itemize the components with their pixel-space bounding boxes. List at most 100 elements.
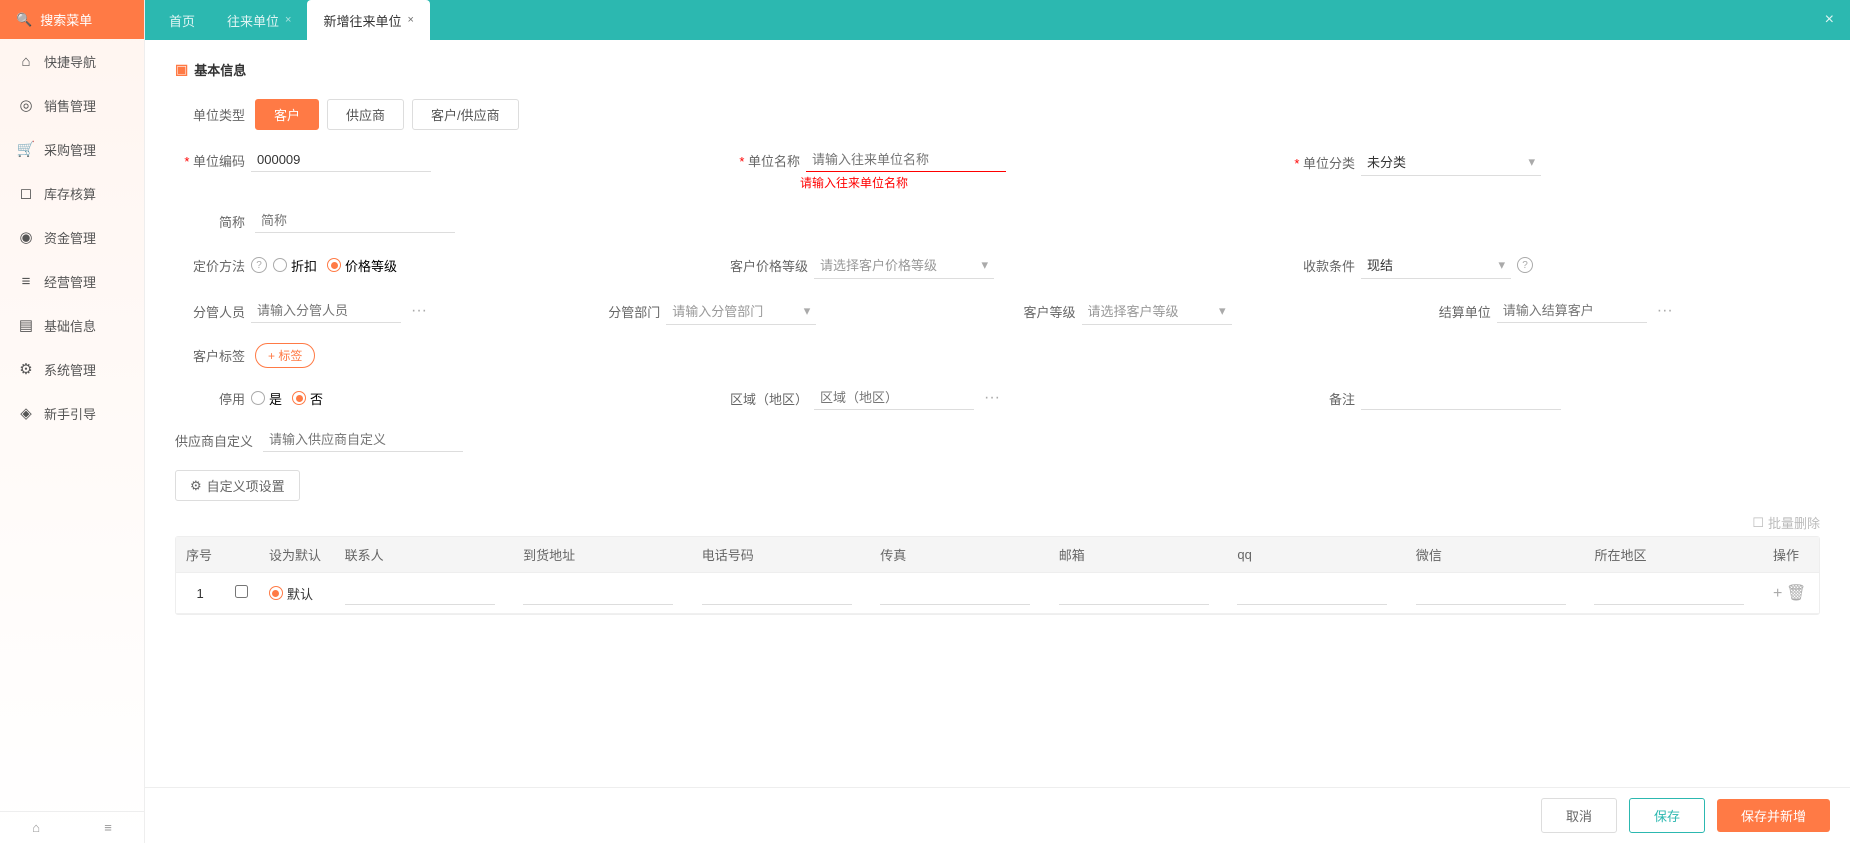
sidebar-item-finance[interactable]: ◉ 资金管理 (0, 215, 144, 259)
cell-contact[interactable] (335, 573, 514, 614)
supplier-custom-input[interactable] (263, 428, 463, 452)
remark-field: 备注 (1285, 386, 1820, 410)
delete-row-button[interactable]: 🗑 (1786, 583, 1806, 603)
tab-contacts-close[interactable]: × (285, 14, 291, 26)
settlement-unit-input[interactable] (1497, 299, 1647, 323)
sidebar-item-operation[interactable]: ≡ 经营管理 (0, 259, 144, 303)
cell-qq[interactable] (1227, 573, 1406, 614)
payment-help-icon[interactable]: ? (1517, 257, 1533, 273)
cancel-button[interactable]: 取消 (1541, 798, 1617, 833)
cell-wechat[interactable] (1406, 573, 1585, 614)
tab-home[interactable]: 首页 (153, 0, 211, 40)
table-header: 序号 设为默认 联系人 到货地址 电话号码 传真 邮箱 qq 微信 所在地区 操… (176, 537, 1819, 573)
settlement-more-icon[interactable]: ··· (1657, 302, 1673, 320)
add-row-button[interactable]: + (1773, 585, 1782, 603)
manager-input[interactable] (251, 299, 401, 323)
sidebar-item-label: 新手引导 (44, 404, 96, 423)
unit-btn-supplier[interactable]: 供应商 (327, 99, 404, 130)
unit-btn-both[interactable]: 客户/供应商 (412, 99, 519, 130)
sidebar-item-quick-nav[interactable]: ⌂ 快捷导航 (0, 39, 144, 83)
email-input[interactable] (1059, 581, 1209, 605)
wechat-input[interactable] (1416, 581, 1566, 605)
sidebar-item-sales[interactable]: ◎ 销售管理 (0, 83, 144, 127)
add-tag-button[interactable]: + 标签 (255, 343, 315, 368)
radio-stop-no[interactable]: 否 (292, 389, 323, 408)
manager-field: 分管人员 ··· (175, 299, 574, 323)
tag-row: 客户标签 + 标签 (175, 343, 1820, 368)
radio-discount[interactable]: 折扣 (273, 256, 317, 275)
tab-bar: 首页 往来单位 × 新增往来单位 × × (145, 0, 1850, 40)
radio-price-level[interactable]: 价格等级 (327, 256, 397, 275)
qq-input[interactable] (1237, 581, 1387, 605)
cell-check[interactable] (224, 573, 259, 614)
sales-icon: ◎ (16, 95, 36, 115)
sidebar-item-newbie[interactable]: ◈ 新手引导 (0, 391, 144, 435)
customer-level-select[interactable]: 请选择客户等级 ▾ (1082, 297, 1232, 325)
phone-input[interactable] (702, 581, 852, 605)
customer-price-level-select[interactable]: 请选择客户价格等级 ▾ (814, 251, 994, 279)
cell-address[interactable] (513, 573, 692, 614)
sidebar-item-purchase[interactable]: 🛒 采购管理 (0, 127, 144, 171)
cell-fax[interactable] (870, 573, 1049, 614)
sidebar-bottom: ⌂ ≡ (0, 811, 144, 843)
sidebar-item-system[interactable]: ⚙ 系统管理 (0, 347, 144, 391)
sidebar-search-label: 搜索菜单 (40, 10, 92, 29)
payment-terms-select[interactable]: 现结 ▾ (1361, 251, 1511, 279)
form-footer: 取消 保存 保存并新增 (145, 787, 1850, 843)
save-button[interactable]: 保存 (1629, 798, 1705, 833)
save-new-button[interactable]: 保存并新增 (1717, 799, 1830, 832)
short-name-input[interactable] (255, 209, 455, 233)
inventory-icon: ◻ (16, 183, 36, 203)
payment-terms-value: 现结 (1367, 255, 1393, 274)
radio-stop-yes-circle (251, 391, 265, 405)
region-row-input[interactable] (1594, 581, 1744, 605)
chevron-down-icon: ▾ (1498, 257, 1505, 273)
remark-input[interactable] (1361, 386, 1561, 410)
fax-input[interactable] (880, 581, 1030, 605)
cell-region[interactable] (1584, 573, 1763, 614)
main-area: 首页 往来单位 × 新增往来单位 × × ▣ 基本信息 单位类型 客户 供应商 … (145, 0, 1850, 843)
custom-settings-button[interactable]: ⚙ 自定义项设置 (175, 470, 300, 501)
form-content: ▣ 基本信息 单位类型 客户 供应商 客户/供应商 单位编码 单位名称 (145, 40, 1850, 787)
cell-default[interactable]: 默认 (259, 573, 335, 614)
cell-email[interactable] (1049, 573, 1228, 614)
contact-input[interactable] (345, 581, 495, 605)
cell-seq: 1 (176, 573, 224, 614)
radio-price-level-circle (327, 258, 341, 272)
unit-code-input[interactable] (251, 148, 431, 172)
region-label: 区域（地区） (730, 389, 808, 408)
pricing-help-icon[interactable]: ? (251, 257, 267, 273)
region-more-icon[interactable]: ··· (984, 389, 1000, 407)
tab-new-contact-close[interactable]: × (407, 14, 413, 26)
sidebar-item-label: 经营管理 (44, 272, 96, 291)
unit-category-select[interactable]: 未分类 ▾ (1361, 148, 1541, 176)
section-title-basic: ▣ 基本信息 (175, 60, 1820, 79)
sidebar-item-basic[interactable]: ▤ 基础信息 (0, 303, 144, 347)
system-icon: ⚙ (16, 359, 36, 379)
sidebar-bottom-settings[interactable]: ≡ (104, 820, 112, 835)
unit-btn-customer[interactable]: 客户 (255, 99, 319, 130)
sidebar-search[interactable]: 🔍 搜索菜单 (0, 0, 144, 39)
manager-more-icon[interactable]: ··· (411, 302, 427, 320)
department-field: 分管部门 请输入分管部门 ▾ (590, 297, 989, 325)
manager-label: 分管人员 (175, 302, 245, 321)
radio-default[interactable]: 默认 (269, 584, 325, 603)
tab-new-contact[interactable]: 新增往来单位 × (307, 0, 429, 40)
department-select[interactable]: 请输入分管部门 ▾ (666, 297, 816, 325)
unit-code-field: 单位编码 (175, 148, 710, 172)
sidebar-bottom-home[interactable]: ⌂ (32, 820, 40, 835)
cell-phone[interactable] (692, 573, 871, 614)
tab-contacts[interactable]: 往来单位 × (211, 0, 307, 40)
remark-label: 备注 (1285, 389, 1355, 408)
payment-terms-field: 收款条件 现结 ▾ ? (1285, 251, 1820, 279)
address-input[interactable] (523, 581, 673, 605)
unit-category-value: 未分类 (1367, 152, 1406, 171)
contact-table: 序号 设为默认 联系人 到货地址 电话号码 传真 邮箱 qq 微信 所在地区 操… (175, 536, 1820, 615)
unit-name-input[interactable] (806, 148, 1006, 172)
sidebar-item-inventory[interactable]: ◻ 库存核算 (0, 171, 144, 215)
radio-stop-yes[interactable]: 是 (251, 389, 282, 408)
tab-new-contact-label: 新增往来单位 (323, 11, 401, 30)
cell-actions: + 🗑 (1763, 573, 1819, 614)
region-input[interactable] (814, 386, 974, 410)
close-all-button[interactable]: × (1817, 11, 1842, 29)
